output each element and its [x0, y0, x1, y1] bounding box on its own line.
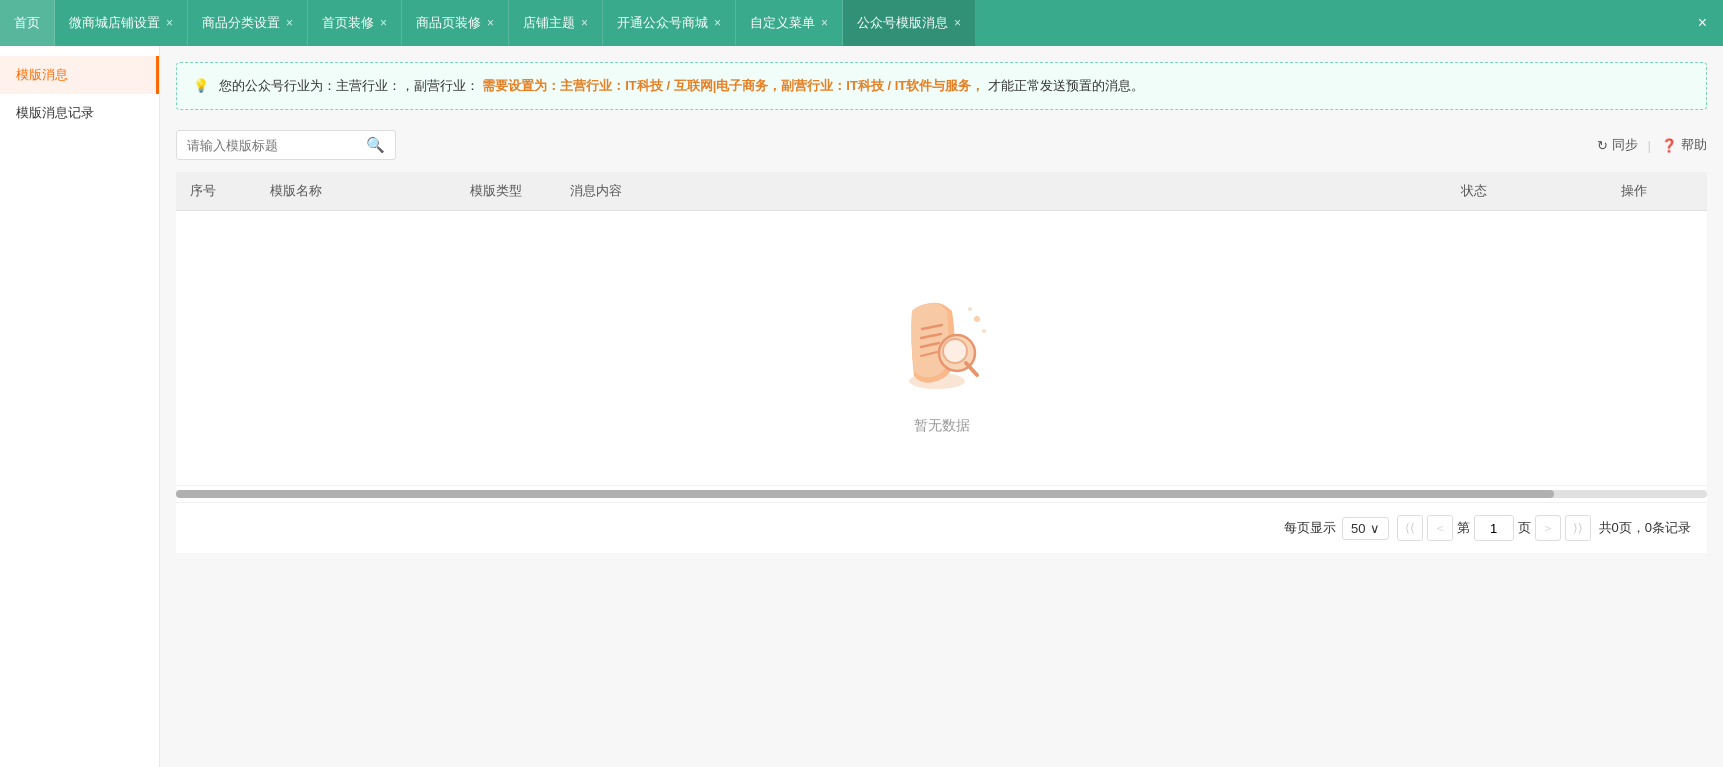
col-header-status: 状态 [1447, 172, 1607, 211]
sync-icon: ↻ [1597, 138, 1608, 153]
main-content: 💡 您的公众号行业为：主营行业：，副营行业： 需要设置为：主营行业：IT科技 /… [160, 46, 1723, 767]
svg-point-6 [943, 339, 967, 363]
tab-product-category[interactable]: 商品分类设置 × [188, 0, 308, 46]
toolbar: 🔍 ↻ 同步 | ❓ 帮助 [176, 130, 1707, 160]
next-page-button[interactable]: ＞ [1535, 515, 1561, 541]
close-icon[interactable]: × [581, 16, 588, 30]
tab-product-decor[interactable]: 商品页装修 × [402, 0, 509, 46]
tab-store-theme[interactable]: 店铺主题 × [509, 0, 603, 46]
empty-illustration [882, 281, 1002, 401]
close-icon[interactable]: × [286, 16, 293, 30]
top-nav: 首页 微商城店铺设置 × 商品分类设置 × 首页装修 × 商品页装修 × 店铺主… [0, 0, 1723, 46]
sidebar: 模版消息 模版消息记录 [0, 46, 160, 767]
tab-home[interactable]: 首页 [0, 0, 55, 46]
main-layout: 模版消息 模版消息记录 💡 您的公众号行业为：主营行业：，副营行业： 需要设置为… [0, 46, 1723, 767]
close-all-button[interactable]: × [1682, 0, 1723, 46]
toolbar-right: ↻ 同步 | ❓ 帮助 [1597, 136, 1707, 154]
bulb-icon: 💡 [193, 78, 209, 93]
help-button[interactable]: ❓ 帮助 [1661, 136, 1707, 154]
scrollbar-thumb [176, 490, 1554, 498]
search-input[interactable] [187, 138, 366, 153]
divider: | [1648, 138, 1651, 153]
horizontal-scrollbar[interactable] [176, 490, 1707, 498]
close-icon[interactable]: × [166, 16, 173, 30]
tab-store-settings[interactable]: 微商城店铺设置 × [55, 0, 188, 46]
empty-state: 暂无数据 [190, 221, 1693, 475]
col-header-seq: 序号 [176, 172, 256, 211]
per-page-dropdown[interactable]: 50 ∨ [1342, 517, 1388, 540]
prev-page-button[interactable]: ＜ [1427, 515, 1453, 541]
col-header-action: 操作 [1607, 172, 1707, 211]
empty-text: 暂无数据 [190, 417, 1693, 435]
close-icon[interactable]: × [821, 16, 828, 30]
empty-state-cell: 暂无数据 [176, 211, 1707, 486]
first-page-button[interactable]: ⟨⟨ [1397, 515, 1423, 541]
col-header-type: 模版类型 [456, 172, 556, 211]
close-icon[interactable]: × [954, 16, 961, 30]
close-icon[interactable]: × [380, 16, 387, 30]
svg-point-8 [974, 316, 980, 322]
close-icon[interactable]: × [714, 16, 721, 30]
total-label: 共0页，0条记录 [1599, 519, 1691, 537]
last-page-button[interactable]: ⟩⟩ [1565, 515, 1591, 541]
tab-template-msg[interactable]: 公众号模版消息 × [843, 0, 976, 46]
col-header-name: 模版名称 [256, 172, 456, 211]
col-header-content: 消息内容 [556, 172, 1447, 211]
tab-home-decor[interactable]: 首页装修 × [308, 0, 402, 46]
sidebar-item-template-msg[interactable]: 模版消息 [0, 56, 159, 94]
tab-open-mall[interactable]: 开通公众号商城 × [603, 0, 736, 46]
close-icon[interactable]: × [487, 16, 494, 30]
empty-state-row: 暂无数据 [176, 211, 1707, 486]
notice-box: 💡 您的公众号行业为：主营行业：，副营行业： 需要设置为：主营行业：IT科技 /… [176, 62, 1707, 110]
svg-point-9 [982, 329, 986, 333]
svg-point-10 [968, 307, 972, 311]
search-box: 🔍 [176, 130, 396, 160]
pagination: 每页显示 50 ∨ ⟨⟨ ＜ 第 页 ＞ ⟩⟩ 共0页，0条记录 [176, 502, 1707, 553]
sidebar-item-template-msg-record[interactable]: 模版消息记录 [0, 94, 159, 132]
chevron-down-icon: ∨ [1370, 521, 1380, 536]
sync-button[interactable]: ↻ 同步 [1597, 136, 1638, 154]
search-icon[interactable]: 🔍 [366, 136, 385, 154]
tab-custom-menu[interactable]: 自定义菜单 × [736, 0, 843, 46]
per-page-select: 每页显示 50 ∨ [1284, 517, 1388, 540]
current-page-input[interactable] [1474, 515, 1514, 541]
table-wrapper: 序号 模版名称 模版类型 消息内容 状态 [176, 172, 1707, 502]
help-icon: ❓ [1661, 138, 1677, 153]
pager: ⟨⟨ ＜ 第 页 ＞ ⟩⟩ [1397, 515, 1591, 541]
table-header-row: 序号 模版名称 模版类型 消息内容 状态 [176, 172, 1707, 211]
data-table: 序号 模版名称 模版类型 消息内容 状态 [176, 172, 1707, 486]
